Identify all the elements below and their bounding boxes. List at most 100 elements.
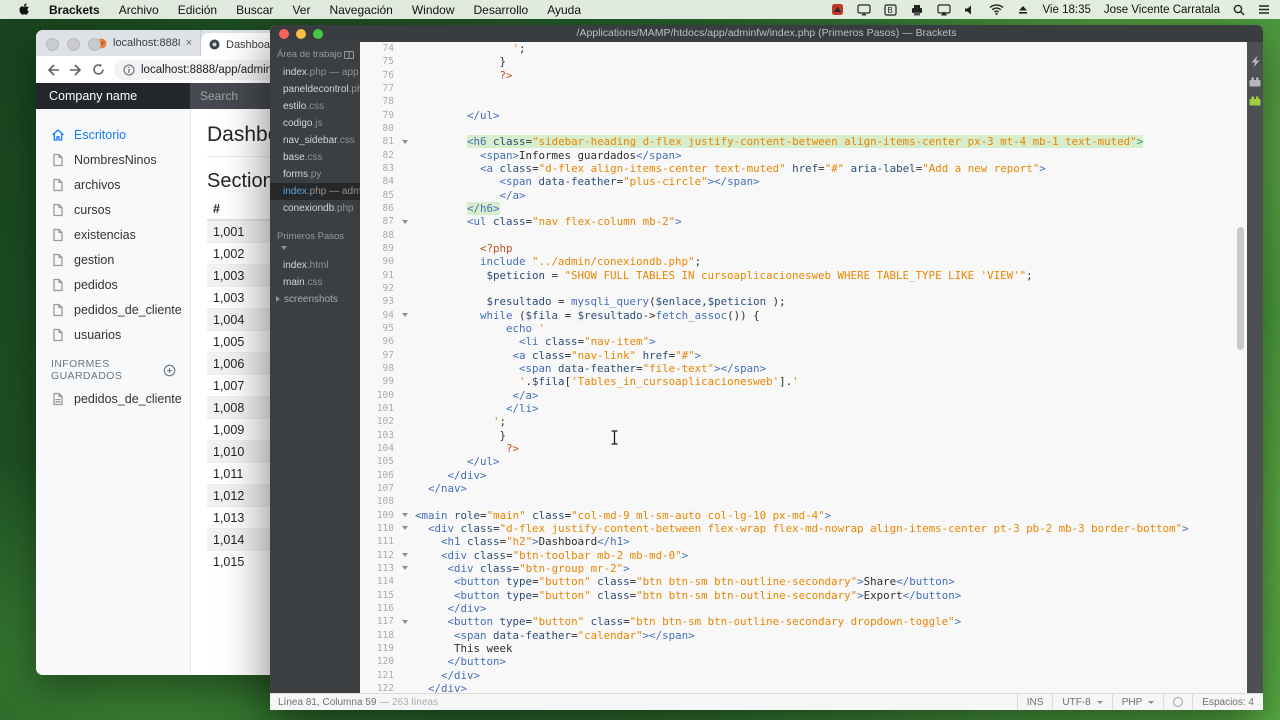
- code-line[interactable]: 78: [360, 95, 1247, 108]
- live-preview-icon[interactable]: [1250, 55, 1261, 68]
- working-file-paneldecontrol[interactable]: paneldecontrol.php: [270, 81, 360, 98]
- code-line[interactable]: 107 </nav>: [360, 482, 1247, 495]
- code-line[interactable]: 109 <main role="main" class="col-md-9 ml-…: [360, 508, 1247, 522]
- code-line[interactable]: 112 <div class="btn-toolbar mb-2 mb-md-0…: [360, 548, 1247, 562]
- sidebar-item-pedidos_de_cliente[interactable]: pedidos_de_cliente: [36, 297, 190, 322]
- code-line[interactable]: 106 </div>: [360, 469, 1247, 482]
- code-line[interactable]: 88: [360, 229, 1247, 242]
- code-line[interactable]: 91 $peticion = "SHOW FULL TABLES IN curs…: [360, 269, 1247, 282]
- tab-localhost[interactable]: localhost:8888 ×: [88, 30, 201, 56]
- menu-app-name[interactable]: Brackets: [49, 3, 100, 17]
- project-label[interactable]: Primeros Pasos: [277, 231, 354, 253]
- display-icon[interactable]: [857, 3, 872, 16]
- sidebar-item-gestion[interactable]: gestion: [36, 247, 190, 272]
- menubar-clock[interactable]: Vie 18:35: [1042, 4, 1090, 16]
- code-line[interactable]: 108: [360, 495, 1247, 508]
- lint-status[interactable]: [1163, 694, 1192, 710]
- code-line[interactable]: 100 </a>: [360, 389, 1247, 402]
- code-line[interactable]: 102 ';: [360, 415, 1247, 428]
- code-line[interactable]: 101 </li>: [360, 402, 1247, 415]
- menu-item-window[interactable]: Window: [412, 3, 455, 17]
- code-line[interactable]: 99 '.$fila['Tables_in_cursoaplicacionesw…: [360, 375, 1247, 388]
- close-window-button[interactable]: [46, 38, 59, 51]
- project-file-screenshots[interactable]: screenshots: [270, 291, 360, 308]
- plus-circle-icon[interactable]: [163, 364, 176, 377]
- code-line[interactable]: 75 }: [360, 55, 1247, 68]
- fold-column[interactable]: [394, 526, 415, 531]
- code-line[interactable]: 85 </a>: [360, 189, 1247, 202]
- cursor-position[interactable]: Línea 81, Columna 59: [278, 697, 376, 708]
- code-line[interactable]: 74 ';: [360, 42, 1247, 55]
- sidebar-item-escritorio[interactable]: Escritorio: [36, 122, 190, 147]
- fold-arrow-icon[interactable]: [401, 619, 408, 624]
- split-view-icon[interactable]: [344, 50, 354, 59]
- code-line[interactable]: 114 <button type="button" class="btn btn…: [360, 575, 1247, 588]
- code-line[interactable]: 116 </div>: [360, 602, 1247, 615]
- fold-column[interactable]: [394, 139, 415, 144]
- fold-arrow-icon[interactable]: [401, 139, 408, 144]
- back-icon[interactable]: [46, 63, 60, 76]
- language-selector[interactable]: PHP: [1111, 694, 1164, 710]
- menu-item-archivo[interactable]: Archivo: [119, 3, 159, 17]
- printer-icon[interactable]: [910, 4, 924, 16]
- extension-update-icon[interactable]: [1249, 96, 1261, 106]
- minimize-window-button[interactable]: [296, 28, 306, 39]
- close-window-button[interactable]: [279, 28, 289, 39]
- code-line[interactable]: 120 </button>: [360, 655, 1247, 668]
- wifi-icon[interactable]: [989, 4, 1004, 15]
- code-line[interactable]: 119 This week: [360, 642, 1247, 655]
- brackets-traffic-lights[interactable]: [279, 28, 323, 39]
- code-line[interactable]: 98 <span data-feather="file-text"></span…: [360, 362, 1247, 375]
- brand[interactable]: Company name: [36, 83, 190, 109]
- code-line[interactable]: 89 <?php: [360, 242, 1247, 255]
- code-line[interactable]: 117 <button type="button" class="btn btn…: [360, 615, 1247, 628]
- working-file-codigo[interactable]: codigo.js: [270, 115, 360, 132]
- volume-icon[interactable]: [964, 4, 976, 16]
- working-file-base[interactable]: base.css: [270, 149, 360, 166]
- sidebar-item-nombresninos[interactable]: NombresNinos: [36, 147, 190, 172]
- zoom-window-button[interactable]: [313, 28, 323, 39]
- code-line[interactable]: 111 <h1 class="h2">Dashboard</h1>: [360, 535, 1247, 548]
- menu-item-edición[interactable]: Edición: [178, 3, 217, 17]
- report-item-pedidos_de_cliente[interactable]: pedidos_de_cliente: [36, 386, 190, 411]
- working-file-index[interactable]: index.php — app: [270, 64, 360, 81]
- code-line[interactable]: 93 $resultado = mysqli_query($enlace,$pe…: [360, 295, 1247, 308]
- working-file-conexiondb[interactable]: conexiondb.php: [270, 200, 360, 217]
- fold-column[interactable]: [394, 553, 415, 558]
- fold-arrow-icon[interactable]: [401, 219, 408, 224]
- fold-column[interactable]: [394, 619, 415, 624]
- fold-column[interactable]: [394, 313, 415, 318]
- menu-item-navegación[interactable]: Navegación: [329, 3, 392, 17]
- airplay-icon[interactable]: [937, 3, 952, 16]
- fold-arrow-icon[interactable]: [401, 566, 408, 571]
- working-file-index[interactable]: index.php — adminfw: [270, 183, 360, 200]
- zoom-window-button[interactable]: [88, 38, 101, 51]
- menubar-user[interactable]: Jose Vicente Carratala: [1104, 4, 1220, 16]
- code-line[interactable]: 110 <div class="d-flex justify-content-b…: [360, 522, 1247, 535]
- code-line[interactable]: 121 </div>: [360, 668, 1247, 682]
- project-file-main[interactable]: main.css: [270, 274, 360, 291]
- fold-arrow-icon[interactable]: [401, 313, 408, 318]
- code-line[interactable]: 95 echo ': [360, 322, 1247, 335]
- sidebar-item-pedidos[interactable]: pedidos: [36, 272, 190, 297]
- spotlight-search-icon[interactable]: [1233, 4, 1245, 16]
- brackets-window[interactable]: /Applications/MAMP/htdocs/app/adminfw/in…: [270, 25, 1263, 710]
- code-line[interactable]: 90 include "../admin/conexiondb.php";: [360, 255, 1247, 268]
- extension-manager-icon[interactable]: [1249, 77, 1261, 87]
- folder-collapsed-icon[interactable]: [276, 296, 280, 302]
- code-line[interactable]: 92: [360, 282, 1247, 295]
- code-line[interactable]: 105 </ul>: [360, 455, 1247, 468]
- fold-column[interactable]: [394, 513, 415, 518]
- code-line[interactable]: 94 while ($fila = $resultado->fetch_asso…: [360, 309, 1247, 322]
- editor-scrollbar[interactable]: [1237, 227, 1244, 350]
- code-line[interactable]: 77: [360, 82, 1247, 95]
- menu-item-ver[interactable]: Ver: [292, 3, 310, 17]
- working-file-nav_sidebar[interactable]: nav_sidebar.css: [270, 132, 360, 149]
- fold-arrow-icon[interactable]: [401, 553, 408, 558]
- apple-menu-icon[interactable]: [19, 3, 30, 16]
- menu-item-desarrollo[interactable]: Desarrollo: [474, 3, 529, 17]
- reload-icon[interactable]: [92, 63, 105, 76]
- code-line[interactable]: 115 <button type="button" class="btn btn…: [360, 588, 1247, 602]
- code-line[interactable]: 83 <a class="d-flex align-items-center t…: [360, 162, 1247, 175]
- eject-icon[interactable]: [1017, 4, 1029, 15]
